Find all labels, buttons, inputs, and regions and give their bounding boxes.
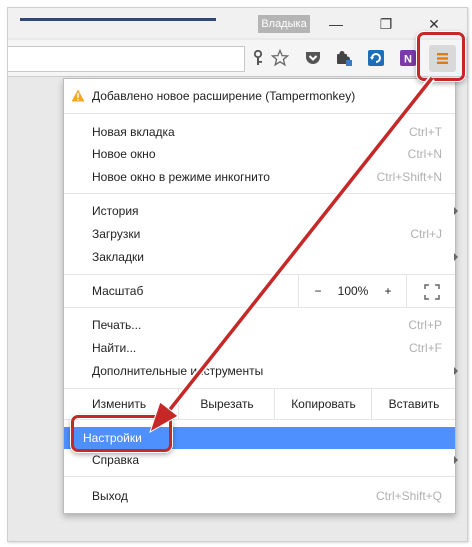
annotation-arrow [149,75,435,434]
